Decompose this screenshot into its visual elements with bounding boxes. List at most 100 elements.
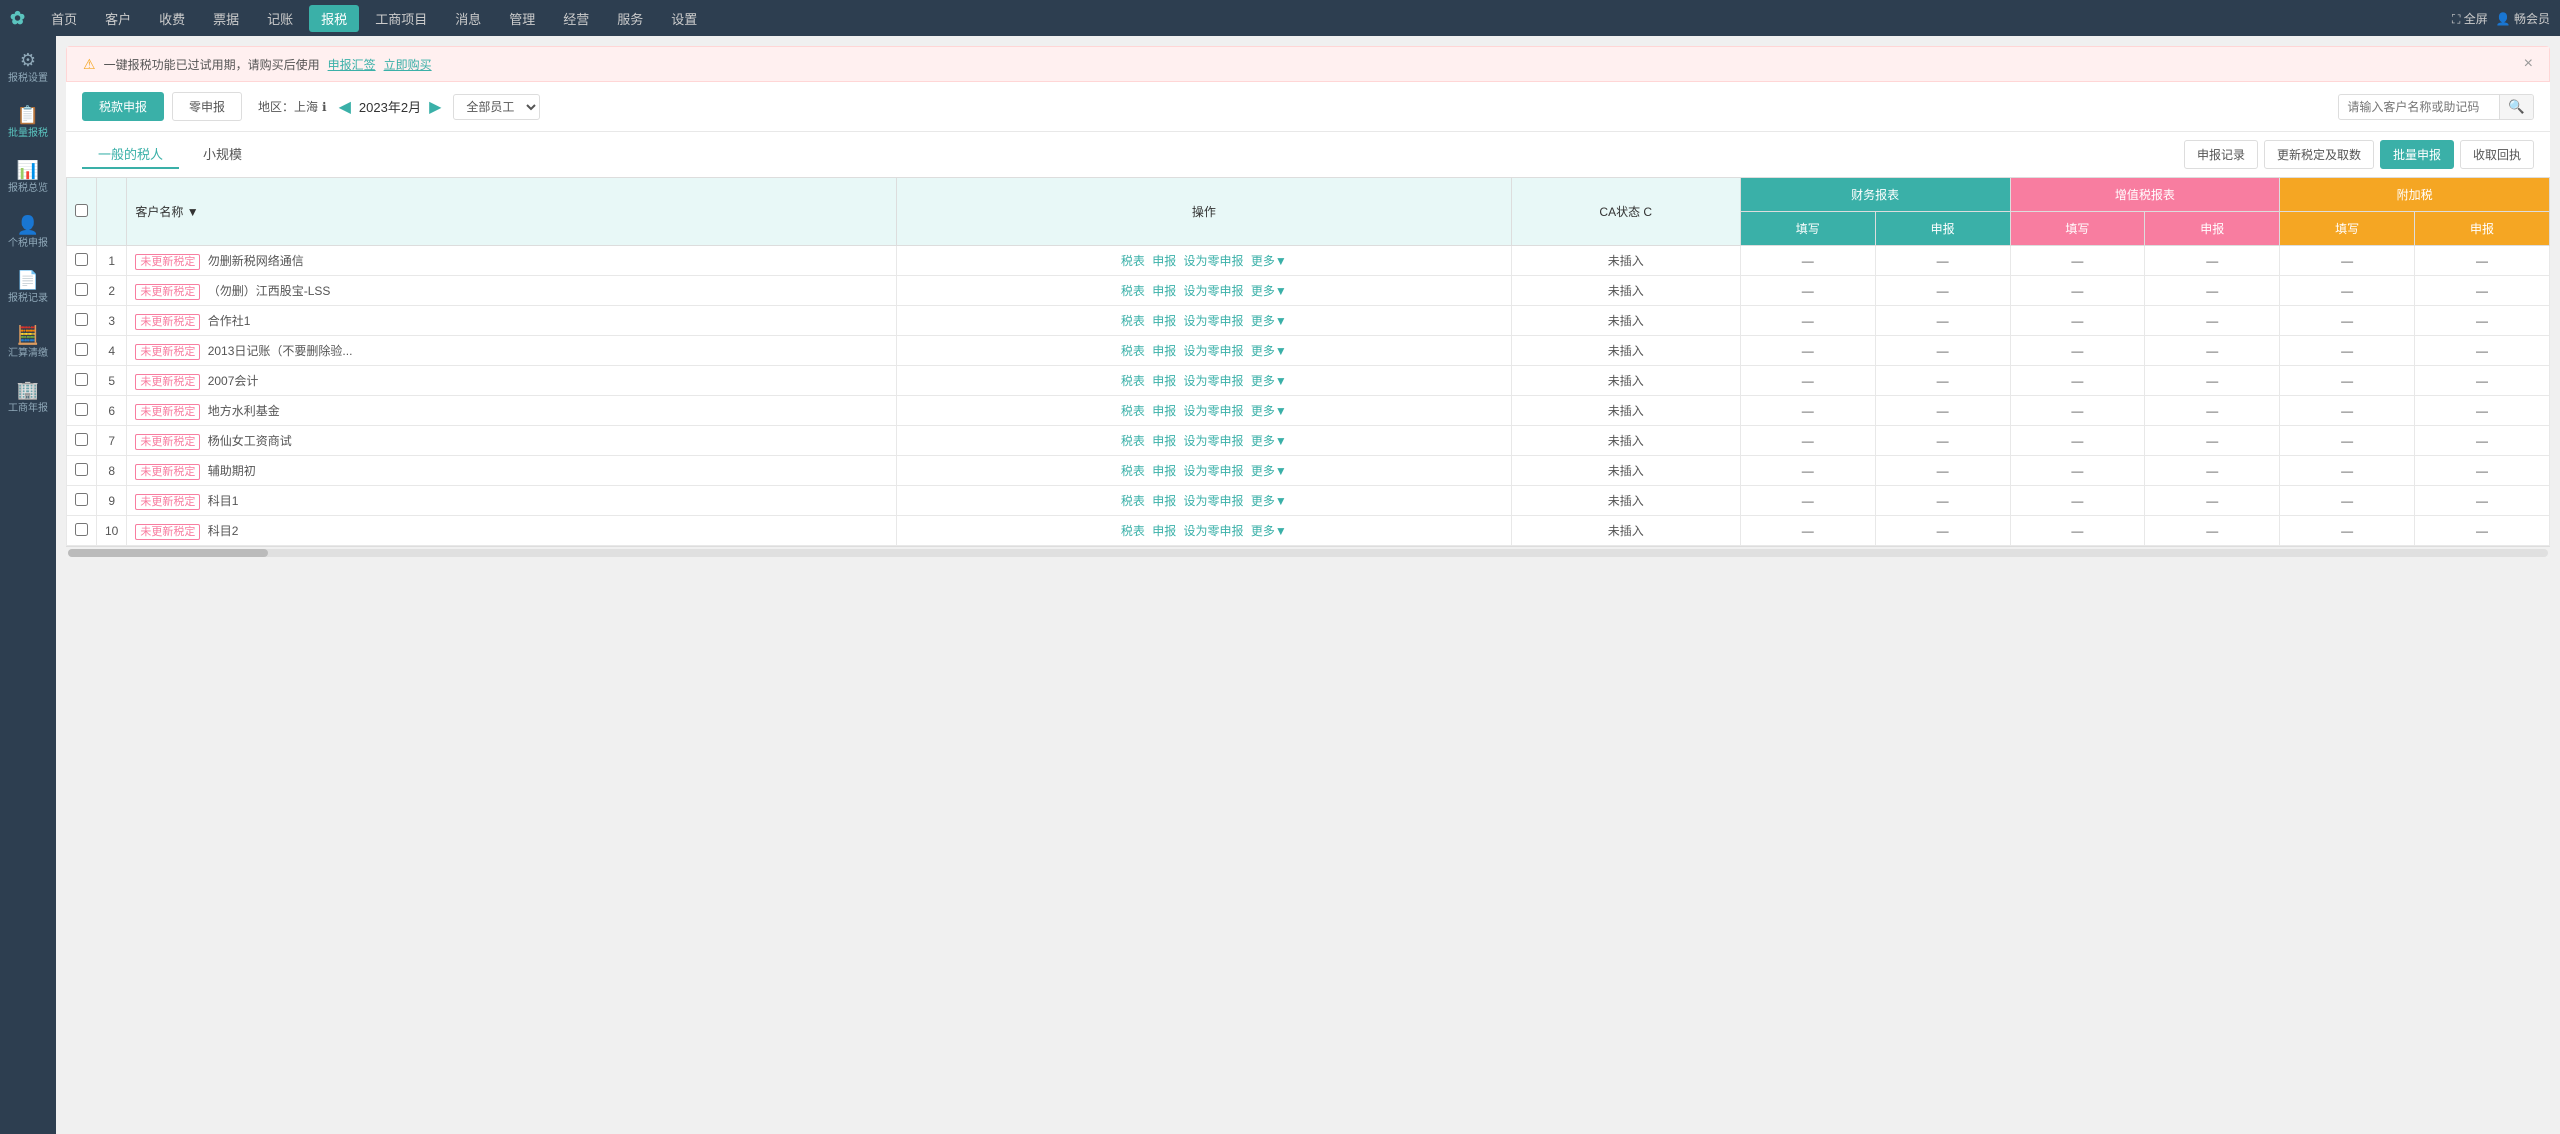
op-more[interactable]: 更多▼ [1251,254,1287,268]
sidebar-item-tax-record[interactable]: 📄 报税记录 [0,260,56,315]
nav-operation[interactable]: 经营 [551,5,601,32]
scrollbar-thumb[interactable] [68,549,268,557]
banner-link-declaration[interactable]: 申报汇签 [328,56,376,73]
op-declare[interactable]: 申报 [1152,344,1176,358]
nav-invoice[interactable]: 票据 [201,5,251,32]
banner-link-buy[interactable]: 立即购买 [384,56,432,73]
nav-business[interactable]: 工商项目 [363,5,439,32]
sub-tab-general[interactable]: 一般的税人 [82,140,179,169]
row-tax-fill: — [2010,246,2145,276]
op-more[interactable]: 更多▼ [1251,524,1287,538]
op-zero-declare[interactable]: 设为零申报 [1184,284,1244,298]
collect-receipt-button[interactable]: 收取回执 [2460,140,2534,169]
op-zero-declare[interactable]: 设为零申报 [1184,254,1244,268]
op-more[interactable]: 更多▼ [1251,314,1287,328]
op-tax-form[interactable]: 税表 [1121,344,1145,358]
table-row: 8 未更新税定 辅助期初 税表 申报 设为零申报 更多▼ 未插入 — — — —… [67,456,2550,486]
staff-select[interactable]: 全部员工 [453,94,540,120]
row-checkbox-3[interactable] [75,343,88,356]
row-ca-status: 未插入 [1511,456,1740,486]
table-row: 2 未更新税定 （勿删）江西股宝-LSS 税表 申报 设为零申报 更多▼ 未插入… [67,276,2550,306]
row-num: 3 [97,306,127,336]
op-more[interactable]: 更多▼ [1251,284,1287,298]
op-tax-form[interactable]: 税表 [1121,314,1145,328]
prev-month-button[interactable]: ◀ [335,97,355,117]
op-declare[interactable]: 申报 [1152,404,1176,418]
search-input[interactable] [2339,96,2499,118]
op-more[interactable]: 更多▼ [1251,464,1287,478]
op-tax-form[interactable]: 税表 [1121,464,1145,478]
declaration-record-button[interactable]: 申报记录 [2184,140,2258,169]
tab-tax-declaration[interactable]: 税款申报 [82,92,164,121]
op-zero-declare[interactable]: 设为零申报 [1184,524,1244,538]
op-declare[interactable]: 申报 [1152,284,1176,298]
sidebar-item-tax-settings[interactable]: ⚙ 报税设置 [0,40,56,95]
th-extra-report: 申报 [2415,212,2550,246]
op-more[interactable]: 更多▼ [1251,344,1287,358]
row-operations: 税表 申报 设为零申报 更多▼ [896,246,1511,276]
next-month-button[interactable]: ▶ [425,97,445,117]
nav-account[interactable]: 记账 [255,5,305,32]
op-declare[interactable]: 申报 [1152,494,1176,508]
op-more[interactable]: 更多▼ [1251,404,1287,418]
nav-settings[interactable]: 设置 [659,5,709,32]
select-all-checkbox[interactable] [75,204,88,217]
sidebar-item-batch-tax[interactable]: 📋 批量报税 [0,95,56,150]
search-button[interactable]: 🔍 [2499,95,2533,119]
op-zero-declare[interactable]: 设为零申报 [1184,494,1244,508]
op-declare[interactable]: 申报 [1152,374,1176,388]
op-declare[interactable]: 申报 [1152,464,1176,478]
horizontal-scrollbar[interactable] [66,546,2550,558]
fullscreen-btn[interactable]: ⛶ 全屏 [2452,10,2488,27]
row-checkbox-0[interactable] [75,253,88,266]
sidebar-item-personal-tax[interactable]: 👤 个税申报 [0,205,56,260]
update-tax-button[interactable]: 更新税定及取数 [2264,140,2374,169]
op-tax-form[interactable]: 税表 [1121,524,1145,538]
nav-service[interactable]: 服务 [605,5,655,32]
row-checkbox-2[interactable] [75,313,88,326]
nav-fee[interactable]: 收费 [147,5,197,32]
nav-client[interactable]: 客户 [93,5,143,32]
row-checkbox-6[interactable] [75,433,88,446]
row-checkbox-4[interactable] [75,373,88,386]
row-checkbox-9[interactable] [75,523,88,536]
row-checkbox-8[interactable] [75,493,88,506]
sidebar-item-settlement[interactable]: 🧮 汇算清缴 [0,315,56,370]
op-tax-form[interactable]: 税表 [1121,404,1145,418]
row-num: 4 [97,336,127,366]
op-more[interactable]: 更多▼ [1251,434,1287,448]
nav-tax[interactable]: 报税 [309,5,359,32]
row-checkbox-1[interactable] [75,283,88,296]
batch-declaration-button[interactable]: 批量申报 [2380,140,2454,169]
nav-manage[interactable]: 管理 [497,5,547,32]
op-declare[interactable]: 申报 [1152,434,1176,448]
th-extra-tax-group: 附加税 [2280,178,2550,212]
op-zero-declare[interactable]: 设为零申报 [1184,344,1244,358]
nav-home[interactable]: 首页 [39,5,89,32]
op-zero-declare[interactable]: 设为零申报 [1184,404,1244,418]
op-declare[interactable]: 申报 [1152,254,1176,268]
op-more[interactable]: 更多▼ [1251,494,1287,508]
op-tax-form[interactable]: 税表 [1121,494,1145,508]
op-tax-form[interactable]: 税表 [1121,254,1145,268]
banner-close-button[interactable]: × [2524,55,2533,73]
sub-tab-small[interactable]: 小规模 [187,140,258,169]
member-btn[interactable]: 👤 畅会员 [2496,10,2550,27]
op-declare[interactable]: 申报 [1152,314,1176,328]
op-declare[interactable]: 申报 [1152,524,1176,538]
op-zero-declare[interactable]: 设为零申报 [1184,464,1244,478]
op-tax-form[interactable]: 税表 [1121,284,1145,298]
op-tax-form[interactable]: 税表 [1121,374,1145,388]
tab-zero-declaration[interactable]: 零申报 [172,92,242,121]
row-checkbox-5[interactable] [75,403,88,416]
op-zero-declare[interactable]: 设为零申报 [1184,434,1244,448]
sidebar-item-annual-report[interactable]: 🏢 工商年报 [0,370,56,425]
row-tax-report: — [2145,426,2280,456]
op-zero-declare[interactable]: 设为零申报 [1184,374,1244,388]
op-zero-declare[interactable]: 设为零申报 [1184,314,1244,328]
op-tax-form[interactable]: 税表 [1121,434,1145,448]
sidebar-item-tax-overview[interactable]: 📊 报税总览 [0,150,56,205]
nav-message[interactable]: 消息 [443,5,493,32]
row-checkbox-7[interactable] [75,463,88,476]
op-more[interactable]: 更多▼ [1251,374,1287,388]
